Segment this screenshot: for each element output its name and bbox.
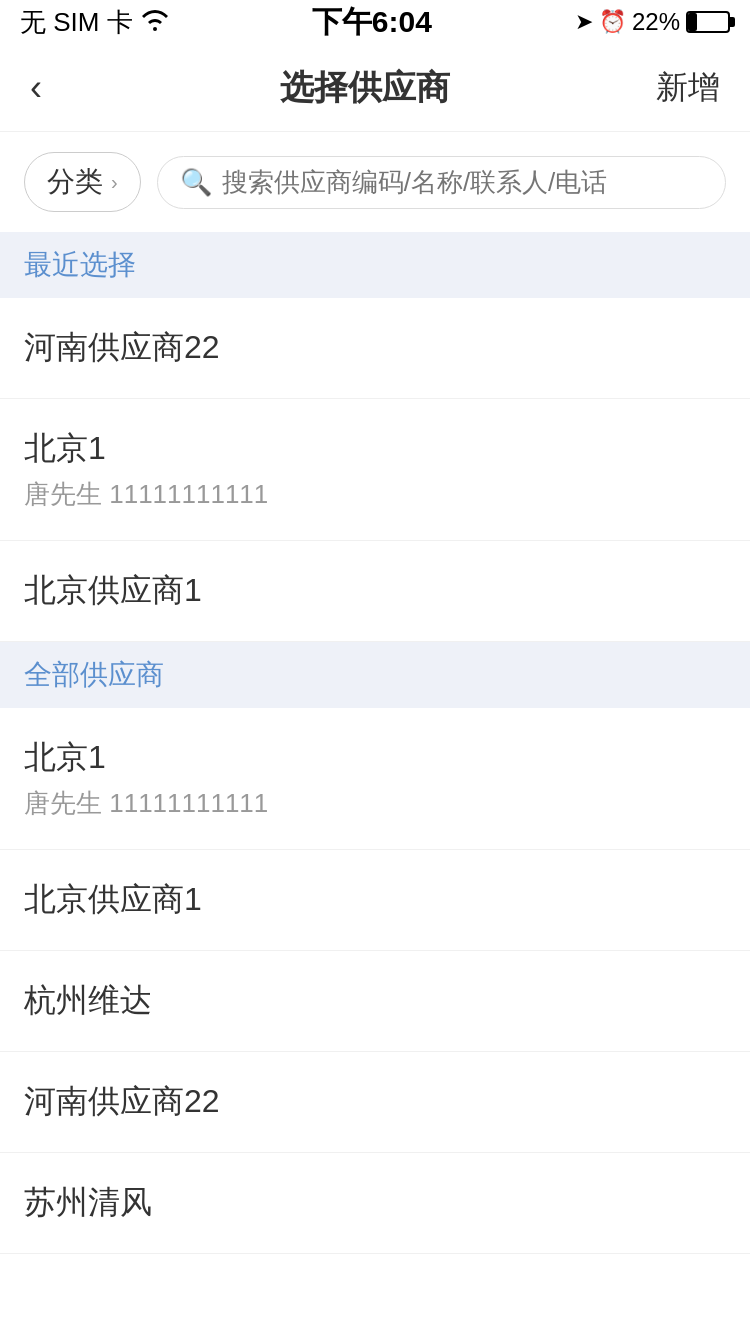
section-header-recent: 最近选择 <box>0 232 750 298</box>
page-title: 选择供应商 <box>280 65 450 111</box>
list-item[interactable]: 苏州清风 <box>0 1153 750 1254</box>
status-left: 无 SIM 卡 <box>20 5 169 40</box>
list-item[interactable]: 杭州维达 <box>0 951 750 1052</box>
sim-status: 无 SIM 卡 <box>20 5 133 40</box>
list-item[interactable]: 北京1 唐先生 11111111111 <box>0 708 750 850</box>
status-right: ➤ ⏰ 22% <box>575 8 730 36</box>
search-area: 分类 › 🔍 <box>0 132 750 232</box>
list-item[interactable]: 河南供应商22 <box>0 298 750 399</box>
list-item-sub: 唐先生 11111111111 <box>24 477 726 512</box>
search-wrapper: 🔍 <box>157 156 726 209</box>
list-item[interactable]: 北京供应商1 <box>0 541 750 642</box>
list-item-name: 河南供应商22 <box>24 1080 726 1124</box>
list-item-name: 河南供应商22 <box>24 326 726 370</box>
status-bar: 无 SIM 卡 下午6:04 ➤ ⏰ 22% <box>0 0 750 44</box>
list-item-sub: 唐先生 11111111111 <box>24 786 726 821</box>
location-icon: ➤ <box>575 9 593 35</box>
category-button[interactable]: 分类 › <box>24 152 141 212</box>
sections-container: 最近选择河南供应商22 北京1 唐先生 11111111111 北京供应商1 全部供应商… <box>0 232 750 1254</box>
section-header-text-all: 全部供应商 <box>24 659 164 690</box>
list-item[interactable]: 北京供应商1 <box>0 850 750 951</box>
wifi-icon <box>141 7 169 38</box>
list-item[interactable]: 北京1 唐先生 11111111111 <box>0 399 750 541</box>
list-item-name: 北京供应商1 <box>24 569 726 613</box>
battery-percent: 22% <box>632 8 680 36</box>
status-time: 下午6:04 <box>312 2 432 43</box>
alarm-icon: ⏰ <box>599 9 626 35</box>
search-icon: 🔍 <box>180 167 212 198</box>
battery-icon <box>686 11 730 33</box>
section-header-text-recent: 最近选择 <box>24 249 136 280</box>
add-button[interactable]: 新增 <box>640 66 720 110</box>
search-input[interactable] <box>222 167 703 198</box>
list-item[interactable]: 河南供应商22 <box>0 1052 750 1153</box>
list-item-name: 杭州维达 <box>24 979 726 1023</box>
section-header-all: 全部供应商 <box>0 642 750 708</box>
list-item-name: 苏州清风 <box>24 1181 726 1225</box>
list-item-name: 北京1 <box>24 427 726 471</box>
list-item-name: 北京供应商1 <box>24 878 726 922</box>
list-item-name: 北京1 <box>24 736 726 780</box>
back-button[interactable]: ‹ <box>30 67 90 109</box>
nav-bar: ‹ 选择供应商 新增 <box>0 44 750 132</box>
chevron-right-icon: › <box>111 171 118 194</box>
category-label: 分类 <box>47 163 103 201</box>
